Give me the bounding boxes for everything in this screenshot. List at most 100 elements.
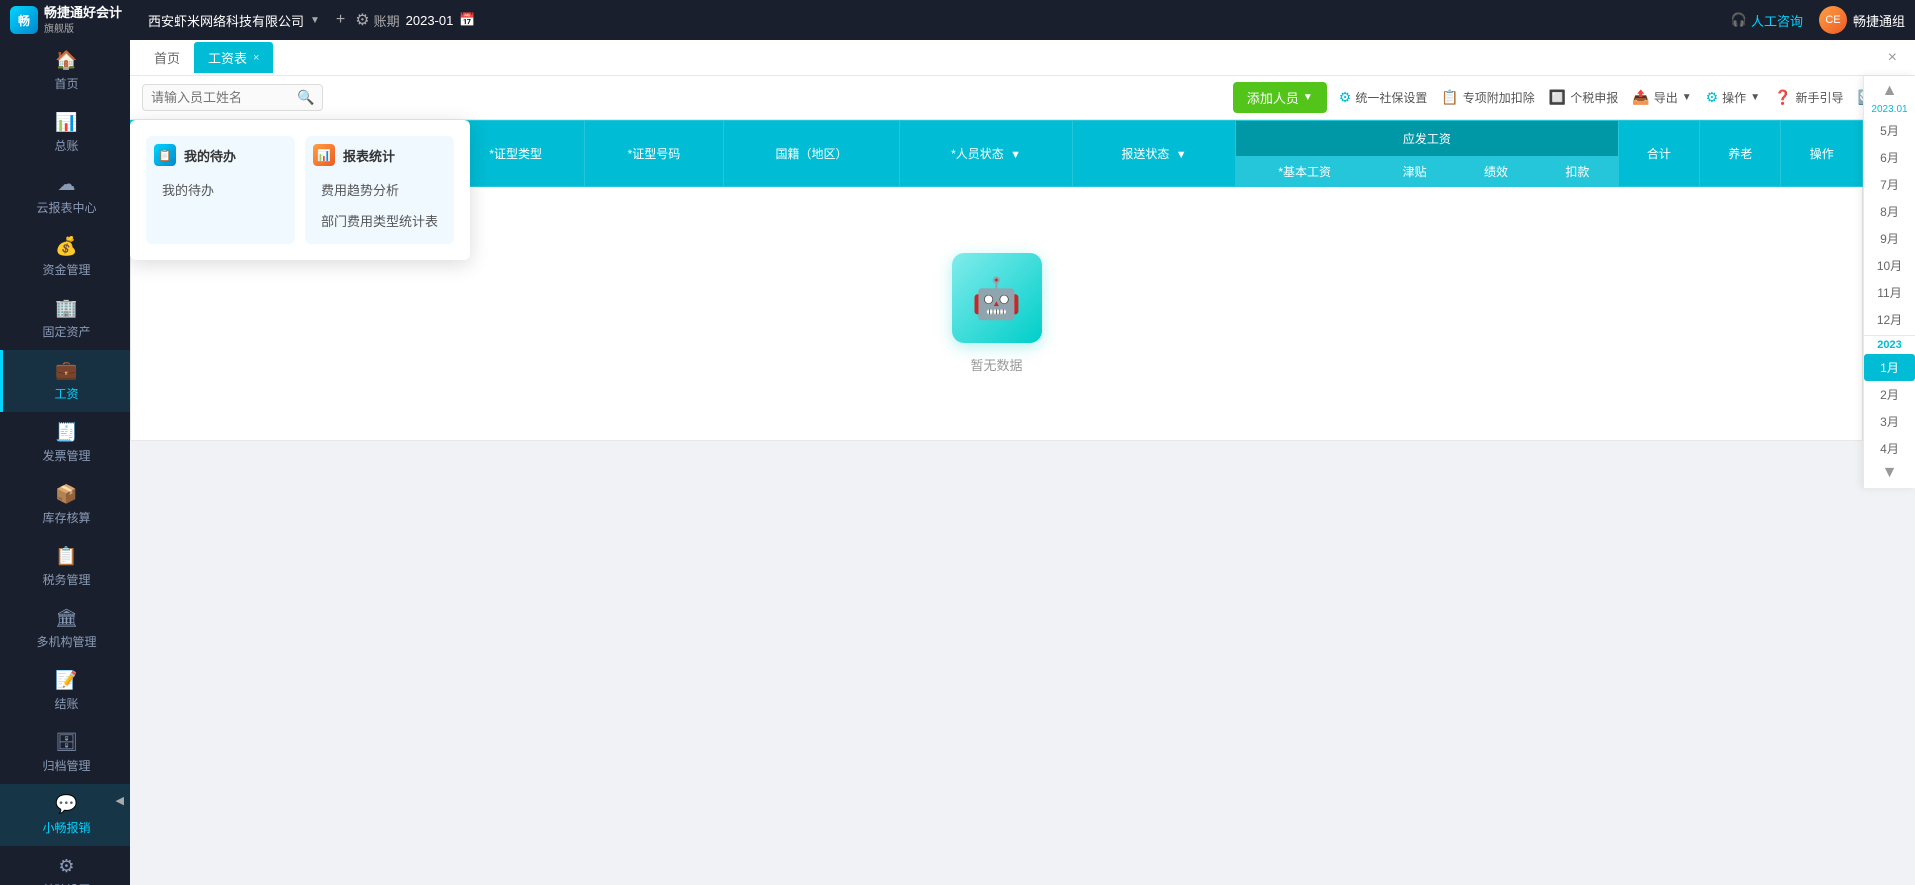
sidebar-item-funds[interactable]: 💰 资金管理 [0, 226, 130, 288]
sidebar-label-cloud: 云报表中心 [36, 199, 96, 216]
th-performance: 绩效 [1455, 157, 1536, 187]
operation-btn[interactable]: ⚙ 操作 ▼ [1706, 89, 1760, 106]
sidebar-item-cloud[interactable]: ☁ 云报表中心 [0, 164, 130, 226]
sidebar-label-basic: 基础设置 [42, 881, 90, 885]
month-scroll-down[interactable]: ▼ [1880, 462, 1900, 484]
service-label: 人工咨询 [1751, 11, 1803, 30]
sidebar-item-inventory[interactable]: 📦 库存核算 [0, 474, 130, 536]
month-item-6[interactable]: 6月 [1864, 144, 1915, 171]
sidebar-label-inventory: 库存核算 [42, 509, 90, 526]
report-title-label: 报表统计 [343, 146, 395, 165]
sidebar-item-invoice[interactable]: 🧾 发票管理 [0, 412, 130, 474]
tabs-bar: 首页 工资表 × × [130, 40, 1915, 76]
tab-home-label: 首页 [154, 48, 180, 67]
popup-section-todo: 📋 我的待办 我的待办 [146, 136, 295, 244]
user-initials: CE [1825, 14, 1840, 26]
month-item-4[interactable]: 4月 [1864, 435, 1915, 462]
tax-report-btn[interactable]: 🔲 个税申报 [1549, 89, 1618, 106]
settings-button[interactable]: ⚙ [355, 10, 369, 30]
th-status[interactable]: *人员状态 ▼ [900, 121, 1073, 187]
add-btn-label: 添加人员 [1247, 88, 1299, 107]
month-item-3[interactable]: 3月 [1864, 408, 1915, 435]
user-name: 畅捷通组 [1853, 11, 1905, 30]
month-item-7[interactable]: 7月 [1864, 171, 1915, 198]
chevron-down-icon: ▼ [310, 15, 320, 26]
sidebar-label-archive: 归档管理 [42, 757, 90, 774]
social-settings-btn[interactable]: ⚙ 统一社保设置 [1339, 89, 1428, 106]
sidebar-label-tax: 税务管理 [42, 571, 90, 588]
sidebar-item-salary[interactable]: 💼 工资 [0, 350, 130, 412]
add-person-button[interactable]: 添加人员 ▼ [1233, 82, 1327, 113]
period-area: 账期 2023-01 📅 [374, 11, 476, 30]
content-area: 首页 工资表 × × 🔍 添加人员 ▼ ⚙ 统一社 [130, 40, 1915, 885]
month-item-2[interactable]: 2月 [1864, 381, 1915, 408]
th-operation: 操作 [1781, 121, 1863, 187]
tab-home[interactable]: 首页 [140, 42, 194, 73]
todo-section-icon: 📋 [154, 144, 176, 166]
month-item-8[interactable]: 8月 [1864, 198, 1915, 225]
sidebar-item-tax[interactable]: 📋 税务管理 [0, 536, 130, 598]
month-item-1[interactable]: 1月 [1864, 354, 1915, 381]
sidebar-item-multi[interactable]: 🏛 多机构管理 [0, 598, 130, 660]
month-item-11[interactable]: 11月 [1864, 279, 1915, 306]
top-bar: 畅 畅捷通好会计 旗舰版 西安虾米网络科技有限公司 ▼ + ⚙ 账期 2023-… [0, 0, 1915, 40]
company-selector[interactable]: 西安虾米网络科技有限公司 ▼ [140, 7, 328, 34]
logo-initial: 畅 [18, 12, 30, 29]
popup-item-my-todo[interactable]: 我的待办 [154, 174, 287, 205]
guide-btn[interactable]: ❓ 新手引导 [1774, 89, 1843, 106]
month-item-12[interactable]: 12月 [1864, 306, 1915, 333]
sidebar-item-basic[interactable]: ⚙ 基础设置 [0, 846, 130, 885]
top-actions: + ⚙ [336, 10, 370, 30]
operation-label: 操作 [1722, 89, 1746, 106]
sidebar-item-ledger[interactable]: 📊 总账 [0, 102, 130, 164]
add-button[interactable]: + [336, 11, 345, 29]
sidebar-label-salary: 工资 [54, 385, 78, 402]
year-top-label: 2023.01 [1867, 102, 1911, 117]
month-scroll-up[interactable]: ▲ [1880, 80, 1900, 102]
tax-label: 个税申报 [1570, 89, 1618, 106]
export-btn[interactable]: 📤 导出 ▼ [1632, 89, 1691, 106]
ledger-icon: 📊 [55, 112, 77, 133]
tab-salary-table[interactable]: 工资表 × [194, 42, 273, 73]
collapse-icon: ◀ [116, 794, 124, 807]
search-input[interactable] [151, 90, 291, 105]
user-area[interactable]: CE 畅捷通组 [1819, 6, 1905, 34]
month-item-10[interactable]: 10月 [1864, 252, 1915, 279]
year-divider: 2023 [1864, 335, 1915, 354]
sidebar-item-home[interactable]: 🏠 首页 [0, 40, 130, 102]
month-item-9[interactable]: 9月 [1864, 225, 1915, 252]
close-icon[interactable]: × [253, 52, 259, 64]
search-icon: 🔍 [297, 89, 314, 106]
export-label: 导出 [1654, 89, 1678, 106]
popup-menu: 📋 我的待办 我的待办 📊 报表统计 费用趋势分析 部门费用类型统计表 [130, 120, 470, 260]
popup-item-cost-trend[interactable]: 费用趋势分析 [313, 174, 446, 205]
export-dropdown-icon: ▼ [1682, 92, 1692, 103]
period-value[interactable]: 2023-01 [406, 13, 454, 28]
guide-icon: ❓ [1774, 89, 1791, 106]
operation-dropdown-icon: ▼ [1750, 92, 1760, 103]
tax-icon: 📋 [55, 546, 77, 567]
th-total: 合计 [1618, 121, 1699, 187]
calendar-icon[interactable]: 📅 [459, 12, 475, 28]
window-close-icon[interactable]: × [1880, 45, 1905, 71]
todo-title-label: 我的待办 [184, 146, 236, 165]
sidebar-item-xiaochang[interactable]: 💬 小畅报销 ◀ [0, 784, 130, 846]
sidebar-item-archive[interactable]: 🗄 归档管理 [0, 722, 130, 784]
deduct-btn[interactable]: 📋 专项附加扣除 [1441, 89, 1534, 106]
dropdown-arrow-icon: ▼ [1303, 92, 1313, 103]
th-deduction: 扣款 [1537, 157, 1618, 187]
social-label: 统一社保设置 [1355, 89, 1427, 106]
service-button[interactable]: 🎧 人工咨询 [1731, 11, 1803, 30]
sidebar-item-assets[interactable]: 🏢 固定资产 [0, 288, 130, 350]
month-item-5[interactable]: 5月 [1864, 117, 1915, 144]
th-report-status[interactable]: 报送状态 ▼ [1072, 121, 1235, 187]
empty-icon: 🤖 [952, 253, 1042, 343]
search-box: 🔍 [142, 84, 323, 111]
month-panel: ▲ 2023.01 5月 6月 7月 8月 9月 10月 11月 12月 202… [1863, 76, 1915, 488]
multi-icon: 🏛 [55, 608, 78, 629]
period-label: 账期 [374, 11, 400, 30]
sidebar-item-settle[interactable]: 📝 结账 [0, 660, 130, 722]
popup-item-dept-cost[interactable]: 部门费用类型统计表 [313, 205, 446, 236]
sidebar-label-assets: 固定资产 [42, 323, 90, 340]
toolbar-actions: ⚙ 统一社保设置 📋 专项附加扣除 🔲 个税申报 📤 导出 ▼ ⚙ [1339, 89, 1903, 106]
